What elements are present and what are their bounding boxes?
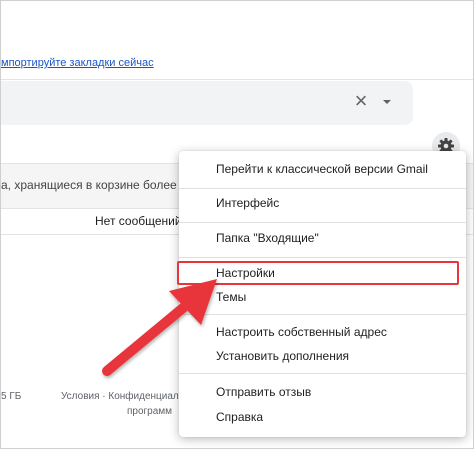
menu-divider (179, 257, 466, 258)
storage-usage: 5 ГБ (1, 391, 22, 402)
menu-item-inbox-type[interactable]: Папка "Входящие" (179, 226, 466, 250)
chevron-down-icon[interactable] (379, 94, 395, 110)
red-pointer-arrow (102, 279, 217, 376)
footer-programs[interactable]: программ (127, 406, 172, 417)
menu-item-classic-gmail[interactable]: Перейти к классической версии Gmail (179, 157, 466, 181)
browser-window: мпортируйте закладки сейчас × а, хранящи… (0, 0, 474, 449)
trash-notice-text: а, хранящиеся в корзине более 30 (1, 178, 194, 192)
import-bookmarks-link[interactable]: мпортируйте закладки сейчас (1, 57, 154, 69)
close-icon[interactable]: × (351, 90, 371, 112)
footer-links[interactable]: Условия · Конфиденциал (61, 391, 179, 402)
menu-item-help[interactable]: Справка (179, 405, 466, 429)
menu-divider (179, 222, 466, 223)
bookmarks-bar: мпортируйте закладки сейчас (1, 49, 473, 80)
no-messages-text: Нет сообщений в (95, 214, 192, 228)
menu-item-interface[interactable]: Интерфейс (179, 191, 466, 215)
menu-divider (179, 188, 466, 189)
